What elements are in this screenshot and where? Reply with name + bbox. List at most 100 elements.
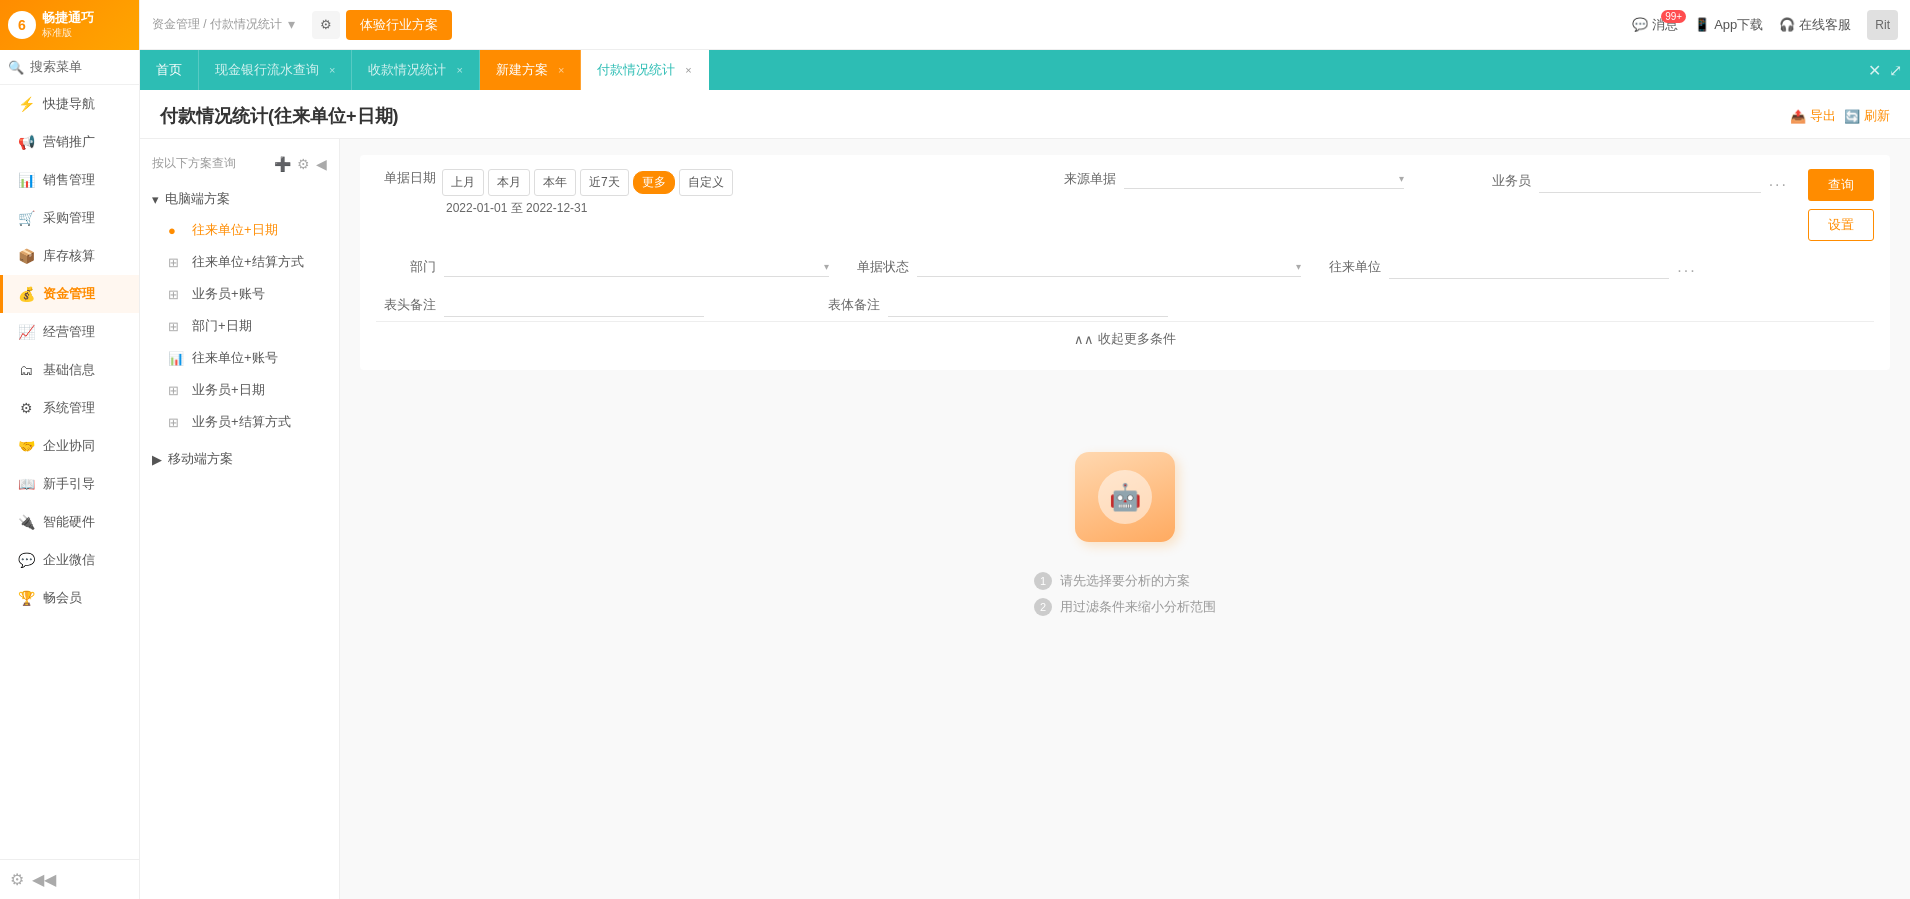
collapse-panel-btn[interactable]: ◀ [316,156,327,172]
main-area: 资金管理 / 付款情况统计 ▾ ⚙ 体验行业方案 💬 消息 99+ 📱 App下… [140,0,1910,899]
export-label: 导出 [1810,107,1836,125]
desktop-group-header[interactable]: ▾ 电脑端方案 [140,184,339,214]
settings-footer-btn[interactable]: ⚙ [10,870,24,889]
empty-hints: 1 请先选择要分析的方案 2 用过滤条件来缩小分析范围 [1034,572,1216,624]
scheme-label: 部门+日期 [192,317,252,335]
sidebar-item-system[interactable]: ⚙ 系统管理 [0,389,139,427]
date-more-btn[interactable]: 更多 [633,171,675,194]
collapse-more-btn[interactable]: ∧∧ 收起更多条件 [376,321,1874,356]
sidebar-item-inventory[interactable]: 📦 库存核算 [0,237,139,275]
query-area: 查询 设置 [1808,169,1874,241]
sidebar-item-finance[interactable]: 💰 资金管理 [0,275,139,313]
expand-btn[interactable]: ⤢ [1889,61,1902,80]
sidebar-item-label: 系统管理 [43,399,95,417]
sidebar-item-member[interactable]: 🏆 畅会员 [0,579,139,617]
sidebar-item-guide[interactable]: 📖 新手引导 [0,465,139,503]
search-menu[interactable]: 🔍 搜索菜单 [0,50,139,85]
sidebar-item-operations[interactable]: 📈 经营管理 [0,313,139,351]
operations-icon: 📈 [17,323,35,341]
dept-select[interactable]: ▾ [444,257,829,277]
breadcrumb-dropdown-icon[interactable]: ▾ [288,16,306,34]
collapse-sidebar-btn[interactable]: ◀◀ [32,870,56,889]
tab-receipt[interactable]: 收款情况统计 × [352,50,479,90]
app-download-btn[interactable]: 📱 App下载 [1694,16,1763,34]
query-btn[interactable]: 查询 [1808,169,1874,201]
date-last-month-btn[interactable]: 上月 [442,169,484,196]
topbar: 资金管理 / 付款情况统计 ▾ ⚙ 体验行业方案 💬 消息 99+ 📱 App下… [140,0,1910,50]
scheme-label: 往来单位+账号 [192,349,278,367]
export-btn[interactable]: 📤 导出 [1790,107,1836,125]
date-this-year-btn[interactable]: 本年 [534,169,576,196]
staff-dots[interactable]: ... [1769,172,1788,190]
scheme-dept-date[interactable]: ⊞ 部门+日期 [140,310,339,342]
staff-input[interactable] [1539,169,1760,193]
topbar-settings-btn[interactable]: ⚙ [312,11,340,39]
scheme-staff-payment[interactable]: ⊞ 业务员+结算方式 [140,406,339,438]
date-custom-btn[interactable]: 自定义 [679,169,733,196]
scheme-label: 业务员+账号 [192,285,265,303]
add-scheme-btn[interactable]: ➕ [274,156,291,172]
tab-new-scheme-close[interactable]: × [558,64,564,76]
tab-bank-close[interactable]: × [329,64,335,76]
scheme-staff-date[interactable]: ⊞ 业务员+日期 [140,374,339,406]
refresh-btn[interactable]: 🔄 刷新 [1844,107,1890,125]
purchase-icon: 🛒 [17,209,35,227]
tab-new-scheme[interactable]: 新建方案 × [480,50,581,90]
body-note-input[interactable] [888,293,1168,317]
scheme-unit-date[interactable]: ● 往来单位+日期 [140,214,339,246]
sidebar-item-basic[interactable]: 🗂 基础信息 [0,351,139,389]
finance-icon: 💰 [17,285,35,303]
sidebar-item-sales[interactable]: 📊 销售管理 [0,161,139,199]
dept-arrow-icon: ▾ [824,261,829,272]
tab-payment[interactable]: 付款情况统计 × [581,50,708,90]
scheme-unit-payment[interactable]: ⊞ 往来单位+结算方式 [140,246,339,278]
tab-home[interactable]: 首页 [140,50,199,90]
date-7days-btn[interactable]: 近7天 [580,169,629,196]
source-select[interactable]: ▾ [1124,169,1404,189]
sidebar-footer: ⚙ ◀◀ [0,859,139,899]
message-icon: 💬 [1632,17,1648,32]
user-avatar[interactable]: Rit [1867,10,1898,40]
member-icon: 🏆 [17,589,35,607]
close-all-btn[interactable]: ✕ [1868,61,1881,80]
sidebar-item-enterprise[interactable]: 🤝 企业协同 [0,427,139,465]
sidebar-item-purchase[interactable]: 🛒 采购管理 [0,199,139,237]
sidebar-item-wechat[interactable]: 💬 企业微信 [0,541,139,579]
scheme-label: 业务员+结算方式 [192,413,291,431]
mobile-group-header[interactable]: ▶ 移动端方案 [140,444,339,474]
export-icon: 📤 [1790,109,1806,124]
sidebar-item-marketing[interactable]: 📢 营销推广 [0,123,139,161]
sidebar-item-hardware[interactable]: 🔌 智能硬件 [0,503,139,541]
scheme-staff-account[interactable]: ⊞ 业务员+账号 [140,278,339,310]
left-panel-icons: ➕ ⚙ ◀ [274,156,327,172]
source-arrow-icon: ▾ [1399,173,1404,184]
online-service-btn[interactable]: 🎧 在线客服 [1779,16,1851,34]
set-btn[interactable]: 设置 [1808,209,1874,241]
unit-dots[interactable]: ... [1677,258,1696,276]
mobile-scheme-group: ▶ 移动端方案 [140,444,339,474]
trial-btn[interactable]: 体验行业方案 [346,10,452,40]
message-btn[interactable]: 💬 消息 99+ [1632,16,1678,34]
unit-label: 往来单位 [1321,258,1381,276]
bill-status-select[interactable]: ▾ [917,257,1302,277]
app-label: App下载 [1714,16,1763,34]
sidebar-item-label: 新手引导 [43,475,95,493]
unit-input[interactable] [1389,255,1669,279]
scheme-table4-icon: ⊞ [168,383,184,398]
header-note-input[interactable] [444,293,704,317]
header-note-label: 表头备注 [376,296,436,314]
collapse-label: 收起更多条件 [1098,330,1176,348]
tab-bank[interactable]: 现金银行流水查询 × [199,50,352,90]
scheme-unit-account[interactable]: 📊 往来单位+账号 [140,342,339,374]
scheme-settings-btn[interactable]: ⚙ [297,156,310,172]
bill-status-arrow-icon: ▾ [1296,261,1301,272]
date-this-month-btn[interactable]: 本月 [488,169,530,196]
empty-hint-2: 2 用过滤条件来缩小分析范围 [1034,598,1216,616]
page-title: 付款情况统计(往来单位+日期) [160,104,399,128]
sidebar-item-shortcut[interactable]: ⚡ 快捷导航 [0,85,139,123]
sales-icon: 📊 [17,171,35,189]
tab-receipt-close[interactable]: × [456,64,462,76]
source-label: 来源单据 [1056,170,1116,188]
tab-payment-close[interactable]: × [685,64,691,76]
collapse-up-icon: ∧∧ [1074,332,1094,347]
